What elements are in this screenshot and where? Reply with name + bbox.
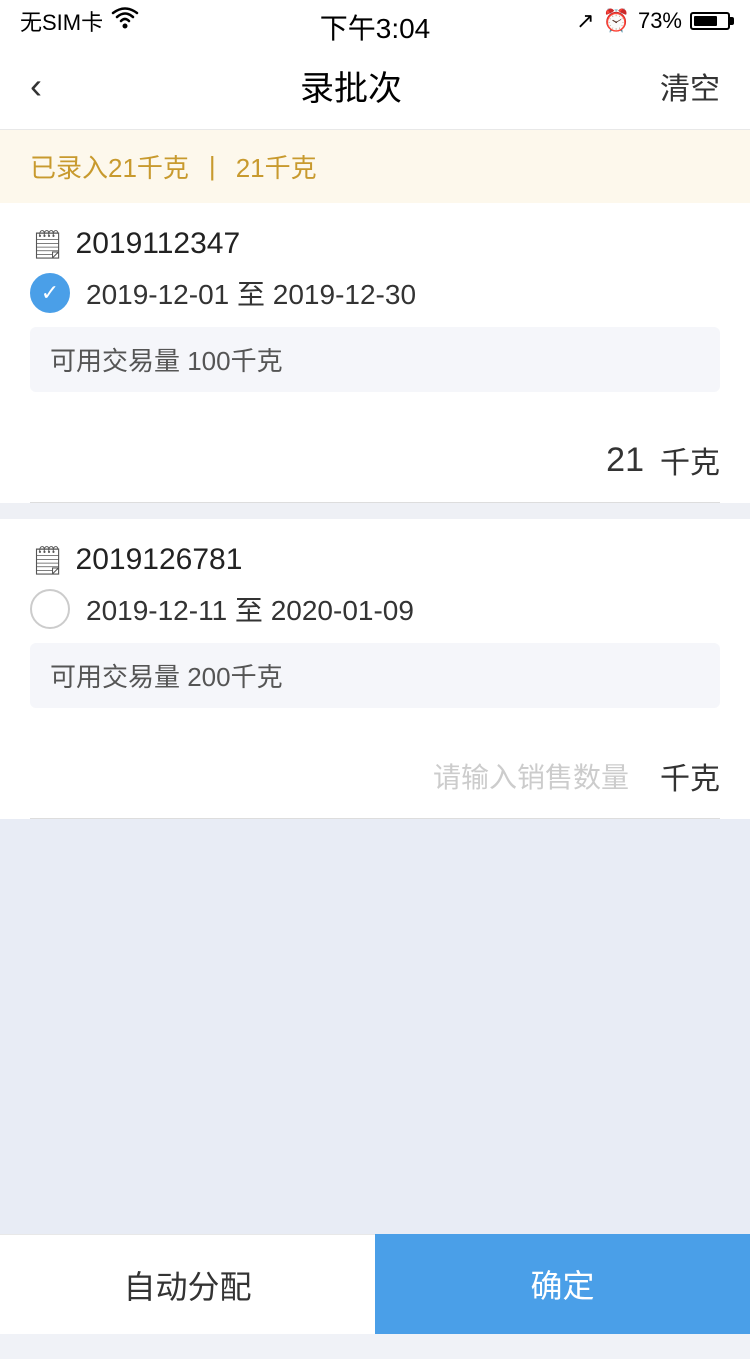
avail-box-2: 可用交易量 200千克 xyxy=(30,643,720,708)
alarm-icon: ⏰ xyxy=(603,8,630,34)
back-button[interactable]: ‹ xyxy=(30,65,42,107)
auto-distribute-button[interactable]: 自动分配 xyxy=(0,1234,375,1334)
doc-icon-2: 🗒 xyxy=(30,544,66,577)
carrier-label: 无SIM卡 xyxy=(20,5,103,37)
section-separator xyxy=(0,503,750,519)
batch-id-2: 2019126781 xyxy=(76,543,243,577)
status-left: 无SIM卡 xyxy=(20,5,139,37)
batch-item-2: 🗒 2019126781 2019-12-11 至 2020-01-09 可用交… xyxy=(0,519,750,819)
batch-id-row-2: 🗒 2019126781 xyxy=(30,543,720,577)
location-icon: ↗ xyxy=(576,8,594,34)
input-row-1: 21 千克 xyxy=(0,428,750,502)
doc-icon-1: 🗒 xyxy=(30,228,66,261)
radio-btn-1[interactable]: ✓ xyxy=(30,273,70,313)
batch-id-1: 2019112347 xyxy=(76,227,241,261)
battery-icon xyxy=(690,12,730,30)
batch-item-1: 🗒 2019112347 ✓ 2019-12-01 至 2019-12-30 可… xyxy=(0,203,750,503)
bottom-buttons: 自动分配 确定 xyxy=(0,1234,750,1334)
batch-date-row-2: 2019-12-11 至 2020-01-09 xyxy=(30,589,720,629)
total-label: 21千克 xyxy=(236,148,317,185)
batch-id-row-1: 🗒 2019112347 xyxy=(30,227,720,261)
unit-label-2: 千克 xyxy=(660,754,720,798)
batch-date-2: 2019-12-11 至 2020-01-09 xyxy=(86,589,414,629)
qty-input-2[interactable] xyxy=(344,757,644,796)
avail-box-1: 可用交易量 100千克 xyxy=(30,327,720,392)
status-time: 下午3:04 xyxy=(320,7,431,47)
confirm-button[interactable]: 确定 xyxy=(375,1234,750,1334)
summary-bar: 已录入21千克 | 21千克 xyxy=(0,130,750,203)
nav-bar: ‹ 录批次 清空 xyxy=(0,42,750,130)
status-right: ↗ ⏰ 73% xyxy=(576,8,730,34)
page-title: 录批次 xyxy=(300,61,402,110)
recorded-label: 已录入21千克 xyxy=(30,148,189,185)
radio-btn-2[interactable] xyxy=(30,589,70,629)
batch-date-row-1: ✓ 2019-12-01 至 2019-12-30 xyxy=(30,273,720,313)
input-row-2: 千克 xyxy=(0,744,750,818)
batch-date-1: 2019-12-01 至 2019-12-30 xyxy=(86,273,416,313)
wifi-icon xyxy=(111,7,139,35)
battery-percent: 73% xyxy=(638,8,682,34)
unit-label-1: 千克 xyxy=(660,438,720,482)
clear-button[interactable]: 清空 xyxy=(660,64,720,108)
qty-value-1: 21 xyxy=(584,441,644,480)
status-bar: 无SIM卡 下午3:04 ↗ ⏰ 73% xyxy=(0,0,750,42)
check-icon-1: ✓ xyxy=(41,280,59,306)
summary-divider: | xyxy=(209,151,216,182)
bottom-area xyxy=(0,819,750,1259)
